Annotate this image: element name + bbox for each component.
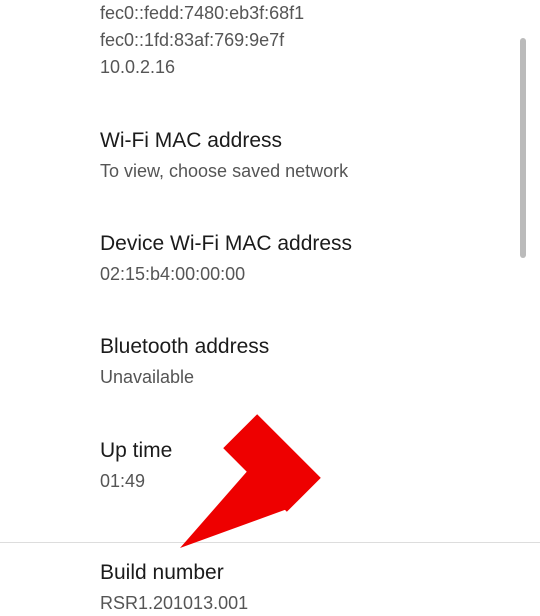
build-number-item[interactable]: Build number RSR1.201013.001 [100, 543, 500, 616]
ip-line: fec0::fedd:7480:eb3f:68f1 [100, 0, 500, 27]
bluetooth-title: Bluetooth address [100, 335, 500, 359]
bluetooth-value: Unavailable [100, 365, 500, 390]
ip-line: fec0::1fd:83af:769:9e7f [100, 27, 500, 54]
wifi-mac-item[interactable]: Wi-Fi MAC address To view, choose saved … [100, 129, 500, 184]
build-number-value: RSR1.201013.001 [100, 591, 500, 616]
build-number-title: Build number [100, 561, 500, 585]
wifi-mac-value: To view, choose saved network [100, 159, 500, 184]
device-wifi-mac-item[interactable]: Device Wi-Fi MAC address 02:15:b4:00:00:… [100, 232, 500, 287]
device-wifi-mac-title: Device Wi-Fi MAC address [100, 232, 500, 256]
uptime-title: Up time [100, 439, 500, 463]
uptime-value: 01:49 [100, 469, 500, 494]
ip-line: 10.0.2.16 [100, 54, 500, 81]
uptime-item[interactable]: Up time 01:49 [100, 439, 500, 494]
ip-addresses-block: fec0::fedd:7480:eb3f:68f1 fec0::1fd:83af… [100, 0, 500, 81]
device-wifi-mac-value: 02:15:b4:00:00:00 [100, 262, 500, 287]
scrollbar[interactable] [520, 38, 526, 258]
wifi-mac-title: Wi-Fi MAC address [100, 129, 500, 153]
bluetooth-item[interactable]: Bluetooth address Unavailable [100, 335, 500, 390]
